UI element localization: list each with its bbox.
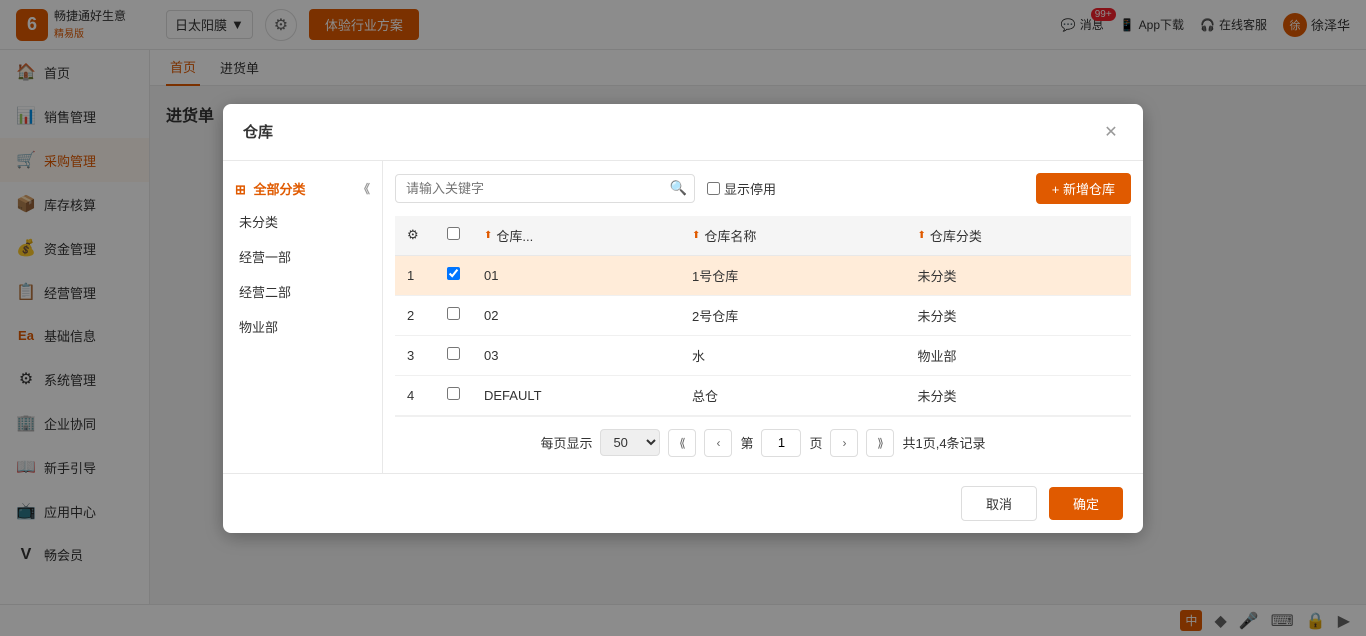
content-panel: 🔍 显示停用 + 新增仓库 ⚙ (383, 161, 1143, 473)
search-input[interactable] (395, 174, 695, 203)
add-warehouse-button[interactable]: + 新增仓库 (1036, 173, 1131, 204)
row-checkbox-cell (435, 375, 472, 415)
row-checkbox-cell (435, 255, 472, 295)
row-num: 1 (395, 255, 435, 295)
prev-page-button[interactable]: ‹ (704, 429, 732, 457)
modal-header: 仓库 ✕ (223, 104, 1143, 161)
pagination: 每页显示 50 10 20 100 ⟪ ‹ 第 页 › ⟫ 共1页,4条记录 (395, 416, 1131, 461)
show-disabled-checkbox[interactable] (707, 182, 720, 195)
row-name: 2号仓库 (680, 295, 905, 335)
confirm-button[interactable]: 确定 (1049, 487, 1123, 520)
category-panel: ⊞ 全部分类 《 未分类 经营一部 经营二部 物业部 (223, 161, 383, 473)
row-checkbox[interactable] (447, 267, 460, 280)
row-name: 总仓 (680, 375, 905, 415)
page-info: 共1页,4条记录 (902, 433, 985, 452)
row-num: 4 (395, 375, 435, 415)
category-item-dept1[interactable]: 经营一部 (223, 239, 382, 274)
show-disabled-label[interactable]: 显示停用 (707, 179, 776, 198)
table-row[interactable]: 4 DEFAULT 总仓 未分类 (395, 375, 1131, 415)
row-category: 物业部 (906, 335, 1132, 375)
th-checkbox (435, 216, 472, 256)
th-code: ⬆ 仓库... (472, 216, 680, 256)
row-checkbox-cell (435, 335, 472, 375)
grid-icon: ⊞ (235, 182, 246, 197)
row-num: 3 (395, 335, 435, 375)
sort-icon-category: ⬆ (918, 230, 926, 241)
search-icon[interactable]: 🔍 (670, 180, 687, 197)
page-label: 第 (740, 433, 753, 452)
row-checkbox-cell (435, 295, 472, 335)
collapse-button[interactable]: 《 (358, 180, 370, 197)
category-item-unclassified[interactable]: 未分类 (223, 204, 382, 239)
row-checkbox[interactable] (447, 307, 460, 320)
row-code: 03 (472, 335, 680, 375)
sort-icon-name: ⬆ (692, 230, 700, 241)
warehouse-table: ⚙ ⬆ 仓库... ⬆ (395, 216, 1131, 416)
th-category: ⬆ 仓库分类 (906, 216, 1132, 256)
select-all-checkbox[interactable] (447, 227, 460, 240)
sort-icon-code: ⬆ (484, 230, 492, 241)
table-row[interactable]: 1 01 1号仓库 未分类 (395, 255, 1131, 295)
first-page-button[interactable]: ⟪ (668, 429, 696, 457)
row-name: 水 (680, 335, 905, 375)
search-wrap: 🔍 (395, 174, 695, 203)
close-button[interactable]: ✕ (1099, 120, 1123, 144)
row-code: 01 (472, 255, 680, 295)
category-item-dept2[interactable]: 经营二部 (223, 274, 382, 309)
row-category: 未分类 (906, 375, 1132, 415)
modal-footer: 取消 确定 (223, 473, 1143, 533)
last-page-button[interactable]: ⟫ (866, 429, 894, 457)
page-size-label: 每页显示 (540, 433, 592, 452)
row-name: 1号仓库 (680, 255, 905, 295)
modal-title: 仓库 (243, 121, 273, 142)
warehouse-modal: 仓库 ✕ ⊞ 全部分类 《 未分类 经营一部 经营二部 物业部 (223, 104, 1143, 533)
toolbar: 🔍 显示停用 + 新增仓库 (395, 173, 1131, 204)
page-unit: 页 (809, 433, 822, 452)
page-number-input[interactable] (761, 429, 801, 457)
row-category: 未分类 (906, 295, 1132, 335)
table-container: ⚙ ⬆ 仓库... ⬆ (395, 216, 1131, 416)
row-code: DEFAULT (472, 375, 680, 415)
overlay: 仓库 ✕ ⊞ 全部分类 《 未分类 经营一部 经营二部 物业部 (0, 0, 1366, 636)
row-code: 02 (472, 295, 680, 335)
next-page-button[interactable]: › (830, 429, 858, 457)
category-item-property[interactable]: 物业部 (223, 309, 382, 344)
row-category: 未分类 (906, 255, 1132, 295)
cancel-button[interactable]: 取消 (961, 486, 1037, 521)
th-name: ⬆ 仓库名称 (680, 216, 905, 256)
row-num: 2 (395, 295, 435, 335)
category-header[interactable]: ⊞ 全部分类 《 (223, 173, 382, 204)
row-checkbox[interactable] (447, 387, 460, 400)
row-checkbox[interactable] (447, 347, 460, 360)
category-all-label: 全部分类 (254, 182, 306, 197)
page-size-select[interactable]: 50 10 20 100 (600, 429, 660, 456)
table-row[interactable]: 2 02 2号仓库 未分类 (395, 295, 1131, 335)
modal-body: ⊞ 全部分类 《 未分类 经营一部 经营二部 物业部 🔍 (223, 161, 1143, 473)
table-row[interactable]: 3 03 水 物业部 (395, 335, 1131, 375)
th-gear: ⚙ (395, 216, 435, 256)
